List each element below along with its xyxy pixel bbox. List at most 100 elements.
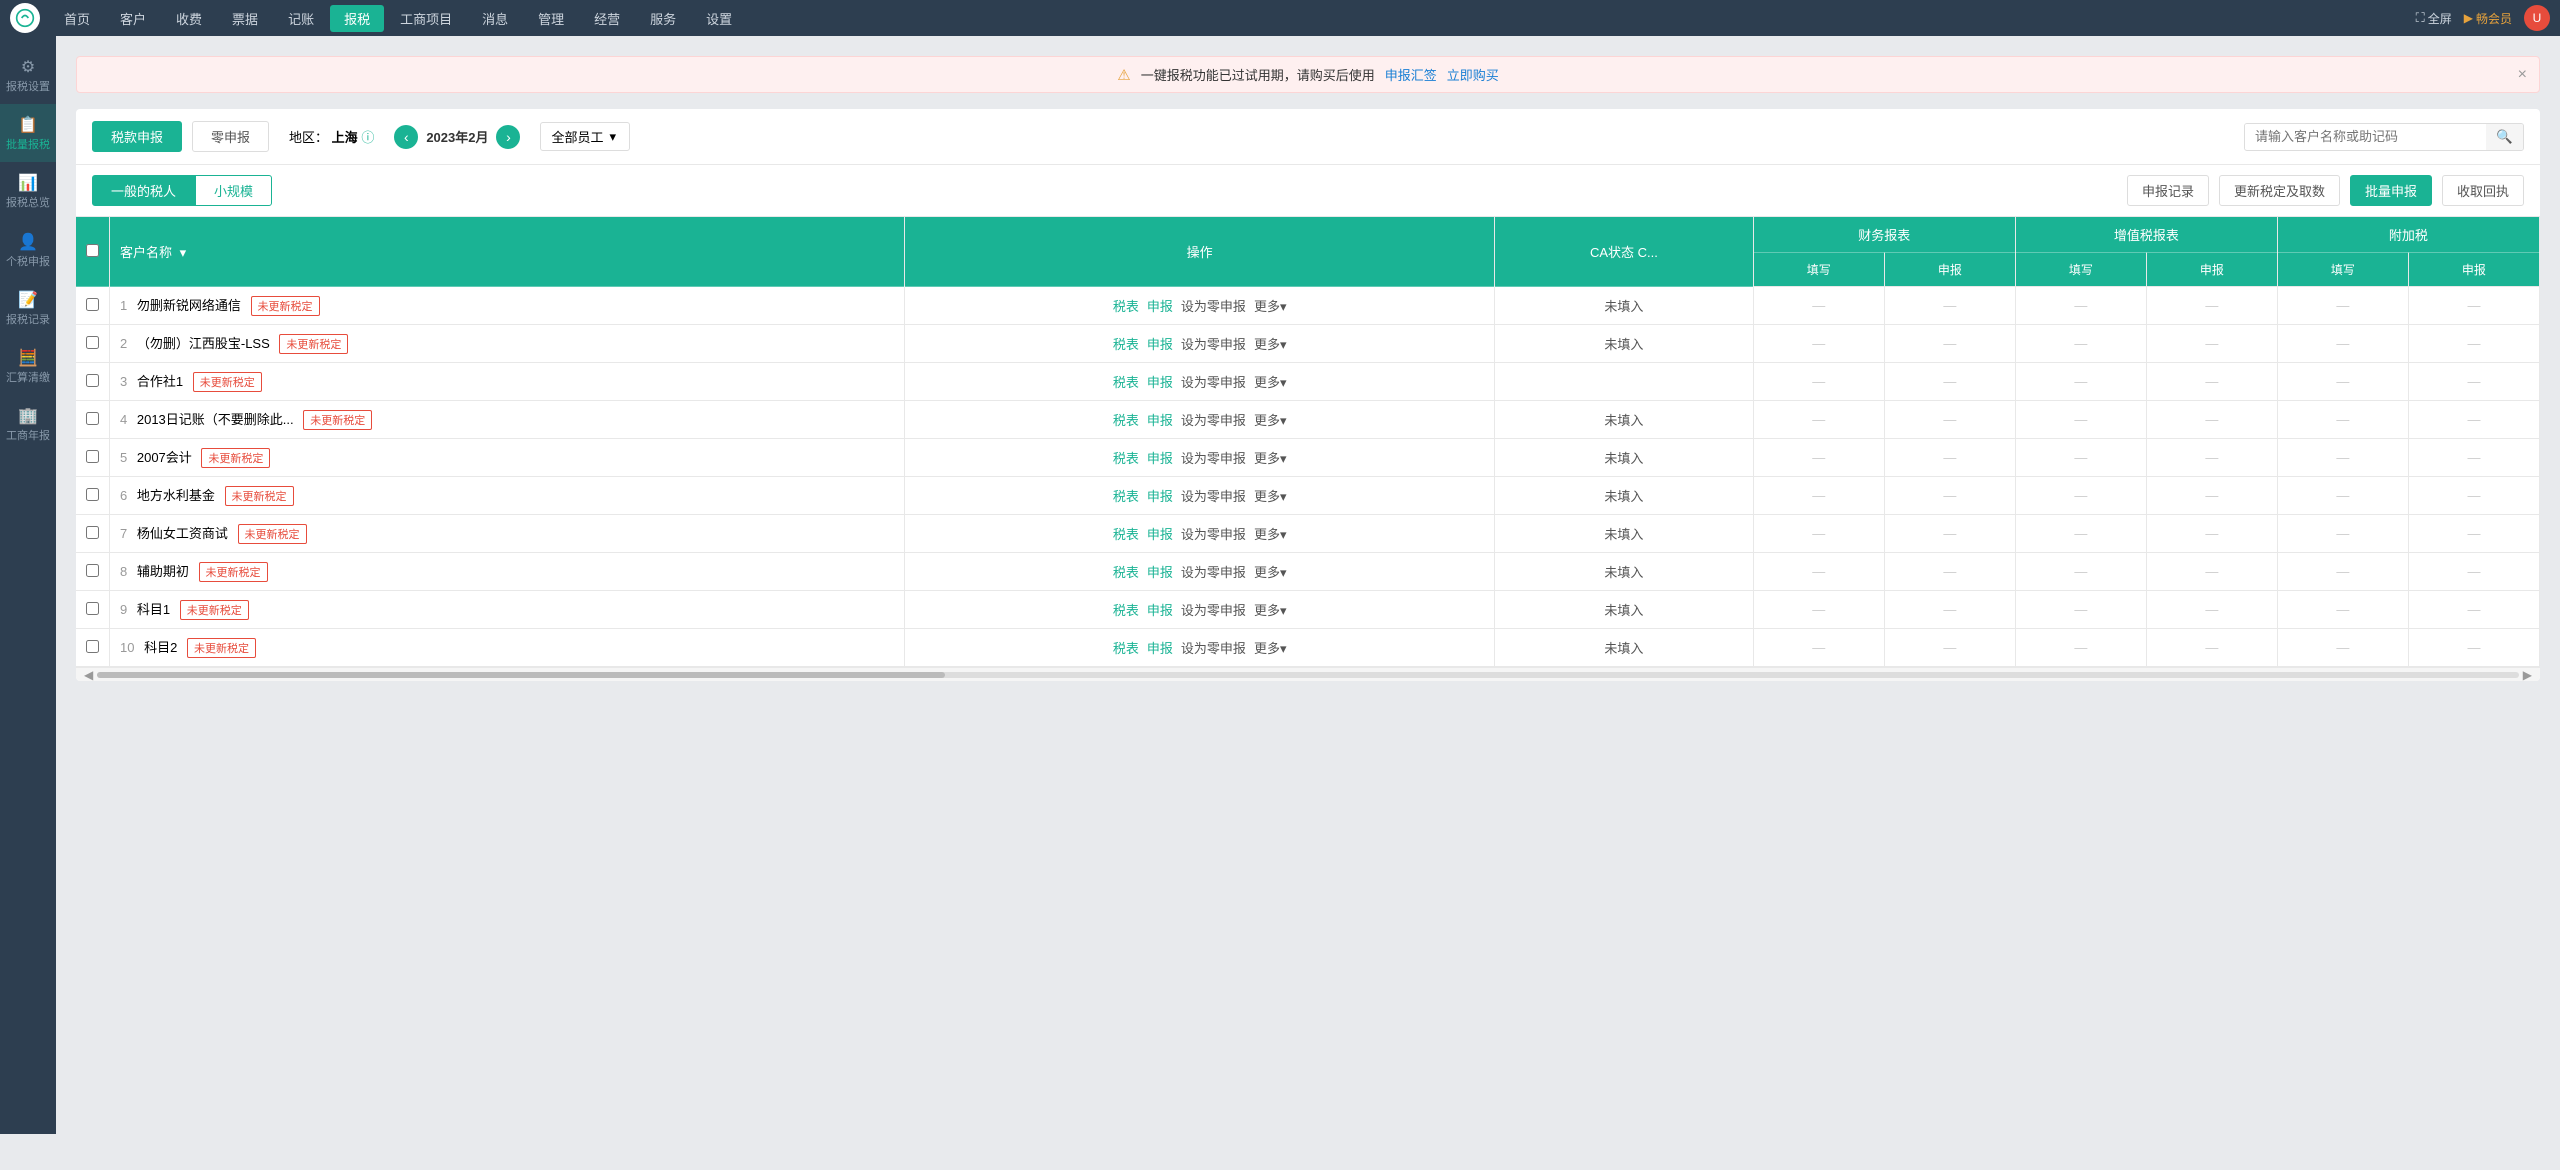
nav-settings[interactable]: 设置 [692, 5, 746, 32]
nav-invoice[interactable]: 票据 [218, 5, 272, 32]
row-checkbox-6[interactable] [86, 526, 99, 539]
sidebar-item-business-report[interactable]: 🏢 工商年报 [0, 395, 56, 453]
op-link-3[interactable]: 更多▾ [1250, 337, 1291, 352]
name-sort-icon[interactable]: ▾ [180, 245, 187, 260]
nav-operate[interactable]: 经营 [580, 5, 634, 32]
date-next-btn[interactable]: › [496, 125, 520, 149]
op-link-0[interactable]: 税表 [1109, 413, 1143, 428]
op-link-1[interactable]: 申报 [1143, 527, 1177, 542]
op-link-3[interactable]: 更多▾ [1250, 413, 1291, 428]
row-checkbox-8[interactable] [86, 602, 99, 615]
row-checkbox-7[interactable] [86, 564, 99, 577]
op-link-1[interactable]: 申报 [1143, 489, 1177, 504]
sidebar-item-personal-tax[interactable]: 👤 个税申报 [0, 221, 56, 279]
row-tax-declare: — [2146, 287, 2277, 325]
op-link-0[interactable]: 税表 [1109, 451, 1143, 466]
op-link-3[interactable]: 更多▾ [1250, 527, 1291, 542]
op-link-0[interactable]: 税表 [1109, 527, 1143, 542]
row-number: 5 [120, 450, 127, 465]
op-link-1[interactable]: 申报 [1143, 413, 1177, 428]
op-link-2[interactable]: 设为零申报 [1177, 489, 1250, 504]
nav-tax[interactable]: 报税 [330, 5, 384, 32]
op-link-0[interactable]: 税表 [1109, 641, 1143, 656]
row-checkbox-9[interactable] [86, 640, 99, 653]
op-link-2[interactable]: 设为零申报 [1177, 375, 1250, 390]
select-all-checkbox[interactable] [86, 244, 99, 257]
sidebar-item-tax-overview[interactable]: 📊 报税总览 [0, 162, 56, 220]
nav-business[interactable]: 工商项目 [386, 5, 466, 32]
op-link-2[interactable]: 设为零申报 [1177, 299, 1250, 314]
op-link-1[interactable]: 申报 [1143, 299, 1177, 314]
op-link-0[interactable]: 税表 [1109, 299, 1143, 314]
op-link-2[interactable]: 设为零申报 [1177, 565, 1250, 580]
op-link-0[interactable]: 税表 [1109, 489, 1143, 504]
nav-service[interactable]: 服务 [636, 5, 690, 32]
banner-link-submit[interactable]: 申报汇签 [1385, 65, 1437, 84]
op-link-2[interactable]: 设为零申报 [1177, 603, 1250, 618]
scroll-left-icon[interactable]: ◀ [84, 668, 93, 682]
row-checkbox-4[interactable] [86, 450, 99, 463]
tab-tax-declare[interactable]: 税款申报 [92, 121, 182, 152]
retrieve-receipt-btn[interactable]: 收取回执 [2442, 175, 2524, 206]
search-input[interactable] [2245, 124, 2486, 149]
op-link-1[interactable]: 申报 [1143, 451, 1177, 466]
sidebar-item-batch-tax[interactable]: 📋 批量报税 [0, 104, 56, 162]
tab-small-scale[interactable]: 小规模 [195, 175, 272, 206]
row-checkbox-3[interactable] [86, 412, 99, 425]
nav-billing[interactable]: 收费 [162, 5, 216, 32]
batch-declare-btn[interactable]: 批量申报 [2350, 175, 2432, 206]
op-link-1[interactable]: 申报 [1143, 337, 1177, 352]
sidebar-item-settlement[interactable]: 🧮 汇算清缴 [0, 337, 56, 395]
declare-record-btn[interactable]: 申报记录 [2127, 175, 2209, 206]
op-link-0[interactable]: 税表 [1109, 375, 1143, 390]
region-label: 地区： 上海 ⓘ [289, 127, 374, 146]
op-link-1[interactable]: 申报 [1143, 565, 1177, 580]
op-link-2[interactable]: 设为零申报 [1177, 337, 1250, 352]
op-link-3[interactable]: 更多▾ [1250, 375, 1291, 390]
op-link-3[interactable]: 更多▾ [1250, 565, 1291, 580]
op-link-2[interactable]: 设为零申报 [1177, 451, 1250, 466]
region-info-icon[interactable]: ⓘ [361, 130, 374, 145]
nav-home[interactable]: 首页 [50, 5, 104, 32]
scroll-track[interactable] [97, 672, 2519, 678]
scroll-right-icon[interactable]: ▶ [2523, 668, 2532, 682]
app-logo[interactable] [10, 3, 40, 33]
op-link-3[interactable]: 更多▾ [1250, 489, 1291, 504]
staff-selector[interactable]: 全部员工 ▾ [540, 122, 630, 151]
row-checkbox-5[interactable] [86, 488, 99, 501]
user-avatar[interactable]: U [2524, 5, 2550, 31]
op-link-1[interactable]: 申报 [1143, 375, 1177, 390]
sidebar-item-tax-record[interactable]: 📝 报税记录 [0, 279, 56, 337]
op-link-3[interactable]: 更多▾ [1250, 603, 1291, 618]
row-checkbox-1[interactable] [86, 336, 99, 349]
row-checkbox-0[interactable] [86, 298, 99, 311]
date-prev-btn[interactable]: ‹ [394, 125, 418, 149]
op-link-2[interactable]: 设为零申报 [1177, 527, 1250, 542]
search-button[interactable]: 🔍 [2486, 124, 2523, 150]
banner-close-btn[interactable]: × [2518, 66, 2527, 84]
tab-general-taxpayer[interactable]: 一般的税人 [92, 175, 195, 206]
upgrade-btn[interactable]: ▶ 畅会员 [2464, 10, 2512, 27]
op-link-3[interactable]: 更多▾ [1250, 641, 1291, 656]
row-checkbox-2[interactable] [86, 374, 99, 387]
fullscreen-btn[interactable]: ⛶ 全屏 [2416, 10, 2452, 27]
op-link-0[interactable]: 税表 [1109, 337, 1143, 352]
op-link-2[interactable]: 设为零申报 [1177, 413, 1250, 428]
tab-zero-declare[interactable]: 零申报 [192, 121, 269, 152]
op-link-3[interactable]: 更多▾ [1250, 451, 1291, 466]
op-link-0[interactable]: 税表 [1109, 565, 1143, 580]
op-link-1[interactable]: 申报 [1143, 603, 1177, 618]
update-tax-btn[interactable]: 更新税定及取数 [2219, 175, 2340, 206]
op-link-2[interactable]: 设为零申报 [1177, 641, 1250, 656]
nav-customer[interactable]: 客户 [106, 5, 160, 32]
nav-accounting[interactable]: 记账 [274, 5, 328, 32]
sidebar-item-tax-settings[interactable]: ⚙ 报税设置 [0, 46, 56, 104]
nav-message[interactable]: 消息 [468, 5, 522, 32]
op-link-0[interactable]: 税表 [1109, 603, 1143, 618]
op-link-3[interactable]: 更多▾ [1250, 299, 1291, 314]
op-link-1[interactable]: 申报 [1143, 641, 1177, 656]
row-add-fill: — [2277, 477, 2408, 515]
table-header-row-1: 客户名称 ▾ 操作 CA状态 C... 财务报表 增 [76, 217, 2540, 253]
nav-manage[interactable]: 管理 [524, 5, 578, 32]
banner-link-buy[interactable]: 立即购买 [1447, 65, 1499, 84]
